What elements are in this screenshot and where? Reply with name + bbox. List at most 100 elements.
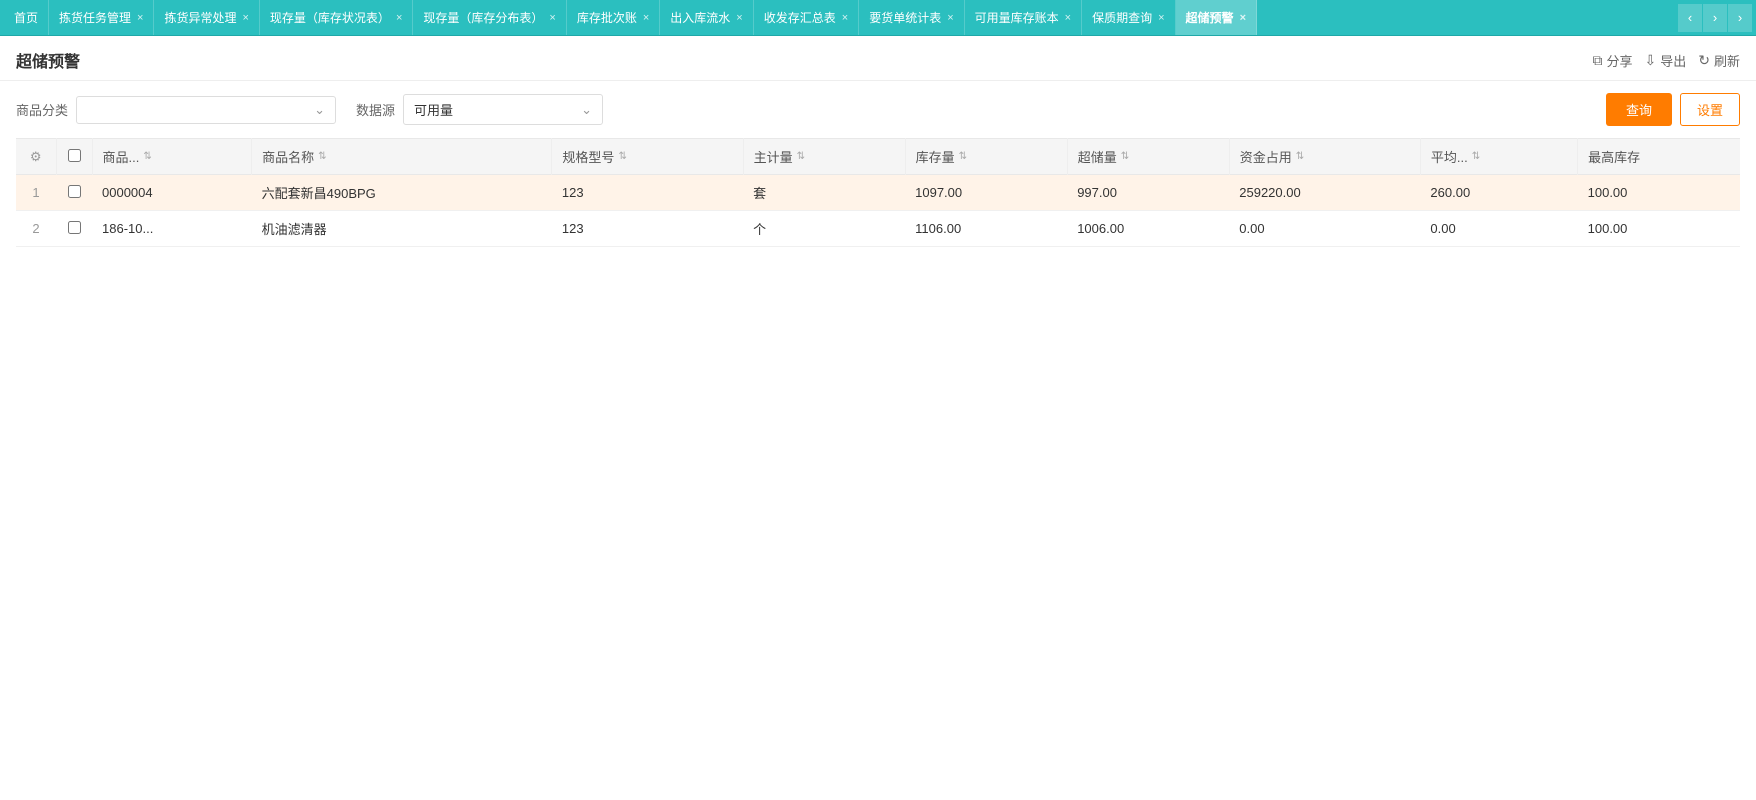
nav-tab-7[interactable]: 收发存汇总表× <box>754 0 859 35</box>
row-checkbox-cell <box>56 175 92 211</box>
row-checkbox-0[interactable] <box>68 185 81 198</box>
sort-icon-name[interactable]: ⇅ <box>318 151 326 162</box>
row-index: 1 <box>16 175 56 211</box>
datasource-filter-group: 数据源 可用量 ⌄ <box>356 94 603 125</box>
th-max: 最高库存 <box>1578 139 1740 175</box>
nav-tab-9[interactable]: 可用量库存账本× <box>965 0 1082 35</box>
sort-icon-code[interactable]: ⇅ <box>143 151 151 162</box>
close-tab-icon-8[interactable]: × <box>947 12 953 24</box>
table-header-row: ⚙ 商品... ⇅ 商品名称 ⇅ <box>16 139 1740 175</box>
chevron-down-icon: ⌄ <box>314 102 325 118</box>
nav-tab-6[interactable]: 出入库流水× <box>660 0 753 35</box>
refresh-button[interactable]: ↻ 刷新 <box>1698 51 1740 70</box>
select-all-checkbox[interactable] <box>68 149 81 162</box>
th-over-label: 超储量 <box>1078 147 1117 166</box>
cell-unit: 套 <box>743 175 905 211</box>
th-capital: 资金占用 ⇅ <box>1229 139 1420 175</box>
header-actions: ⧉ 分享 ⇩ 导出 ↻ 刷新 <box>1592 51 1740 70</box>
th-stock: 库存量 ⇅ <box>905 139 1067 175</box>
th-unit: 主计量 ⇅ <box>743 139 905 175</box>
nav-next-button[interactable]: › <box>1703 4 1727 32</box>
th-unit-label: 主计量 <box>754 147 793 166</box>
nav-tab-2[interactable]: 拣货异常处理× <box>154 0 259 35</box>
sort-icon-spec[interactable]: ⇅ <box>618 151 626 162</box>
table-row: 1 0000004 六配套新昌490BPG 123 套 1097.00 997.… <box>16 175 1740 211</box>
th-over: 超储量 ⇅ <box>1067 139 1229 175</box>
query-button[interactable]: 查询 <box>1606 93 1672 126</box>
sort-icon-over[interactable]: ⇅ <box>1121 151 1129 162</box>
close-tab-icon-4[interactable]: × <box>549 12 555 24</box>
sort-icon-avg[interactable]: ⇅ <box>1472 151 1480 162</box>
cell-name: 六配套新昌490BPG <box>252 175 552 211</box>
page-container: 超储预警 ⧉ 分享 ⇩ 导出 ↻ 刷新 商品分类 ⌄ 数据源 <box>0 36 1756 800</box>
cell-code: 0000004 <box>92 175 252 211</box>
nav-tab-4[interactable]: 现存量（库存分布表）× <box>413 0 566 35</box>
sort-icon-stock[interactable]: ⇅ <box>959 151 967 162</box>
export-button[interactable]: ⇩ 导出 <box>1645 51 1687 70</box>
page-header: 超储预警 ⧉ 分享 ⇩ 导出 ↻ 刷新 <box>0 36 1756 81</box>
gear-icon[interactable]: ⚙ <box>30 149 42 164</box>
nav-tab-5[interactable]: 库存批次账× <box>567 0 660 35</box>
category-label: 商品分类 <box>16 100 68 119</box>
export-icon: ⇩ <box>1645 52 1657 69</box>
th-code-label: 商品... <box>103 147 140 166</box>
cell-stock: 1106.00 <box>905 211 1067 247</box>
nav-prev-button[interactable]: ‹ <box>1678 4 1702 32</box>
data-table: ⚙ 商品... ⇅ 商品名称 ⇅ <box>16 138 1740 247</box>
th-name: 商品名称 ⇅ <box>252 139 552 175</box>
close-tab-icon-7[interactable]: × <box>842 12 848 24</box>
settings-button[interactable]: 设置 <box>1680 93 1740 126</box>
cell-capital: 0.00 <box>1229 211 1420 247</box>
nav-arrows: ‹ › › <box>1678 4 1752 32</box>
cell-avg: 0.00 <box>1420 211 1577 247</box>
datasource-label: 数据源 <box>356 100 395 119</box>
th-stock-label: 库存量 <box>916 147 955 166</box>
nav-expand-button[interactable]: › <box>1728 4 1752 32</box>
nav-tab-10[interactable]: 保质期查询× <box>1082 0 1175 35</box>
sort-icon-capital[interactable]: ⇅ <box>1296 151 1304 162</box>
close-tab-icon-2[interactable]: × <box>242 12 248 24</box>
nav-tab-11[interactable]: 超储预警× <box>1176 0 1257 35</box>
cell-max: 100.00 <box>1578 175 1740 211</box>
close-tab-icon-3[interactable]: × <box>396 12 402 24</box>
datasource-select[interactable]: 可用量 ⌄ <box>403 94 603 125</box>
row-checkbox-1[interactable] <box>68 221 81 234</box>
th-capital-label: 资金占用 <box>1240 147 1292 166</box>
share-icon: ⧉ <box>1592 52 1602 69</box>
th-settings: ⚙ <box>16 139 56 175</box>
category-select[interactable]: ⌄ <box>76 96 336 124</box>
cell-stock: 1097.00 <box>905 175 1067 211</box>
cell-over: 1006.00 <box>1067 211 1229 247</box>
filter-button-group: 查询 设置 <box>1606 93 1740 126</box>
th-avg-label: 平均... <box>1431 147 1468 166</box>
cell-spec: 123 <box>552 211 743 247</box>
page-title: 超储预警 <box>16 48 80 72</box>
nav-tab-1[interactable]: 拣货任务管理× <box>49 0 154 35</box>
cell-unit: 个 <box>743 211 905 247</box>
th-checkbox <box>56 139 92 175</box>
category-filter-group: 商品分类 ⌄ <box>16 96 336 124</box>
nav-tab-8[interactable]: 要货单统计表× <box>859 0 964 35</box>
close-tab-icon-11[interactable]: × <box>1240 12 1246 24</box>
table-container: ⚙ 商品... ⇅ 商品名称 ⇅ <box>0 138 1756 247</box>
th-avg: 平均... ⇅ <box>1420 139 1577 175</box>
th-code: 商品... ⇅ <box>92 139 252 175</box>
cell-over: 997.00 <box>1067 175 1229 211</box>
nav-tab-0[interactable]: 首页 <box>4 0 49 35</box>
nav-tab-3[interactable]: 现存量（库存状况表）× <box>260 0 413 35</box>
share-button[interactable]: ⧉ 分享 <box>1592 51 1632 70</box>
refresh-icon: ↻ <box>1698 52 1710 69</box>
close-tab-icon-10[interactable]: × <box>1158 12 1164 24</box>
th-max-label: 最高库存 <box>1588 147 1640 166</box>
row-index: 2 <box>16 211 56 247</box>
close-tab-icon-9[interactable]: × <box>1065 12 1071 24</box>
table-row: 2 186-10... 机油滤清器 123 个 1106.00 1006.00 … <box>16 211 1740 247</box>
th-spec-label: 规格型号 <box>562 147 614 166</box>
cell-max: 100.00 <box>1578 211 1740 247</box>
filter-bar: 商品分类 ⌄ 数据源 可用量 ⌄ 查询 设置 <box>0 81 1756 138</box>
sort-icon-unit[interactable]: ⇅ <box>797 151 805 162</box>
close-tab-icon-1[interactable]: × <box>137 12 143 24</box>
close-tab-icon-6[interactable]: × <box>736 12 742 24</box>
top-navigation: 首页拣货任务管理×拣货异常处理×现存量（库存状况表）×现存量（库存分布表）×库存… <box>0 0 1756 36</box>
close-tab-icon-5[interactable]: × <box>643 12 649 24</box>
